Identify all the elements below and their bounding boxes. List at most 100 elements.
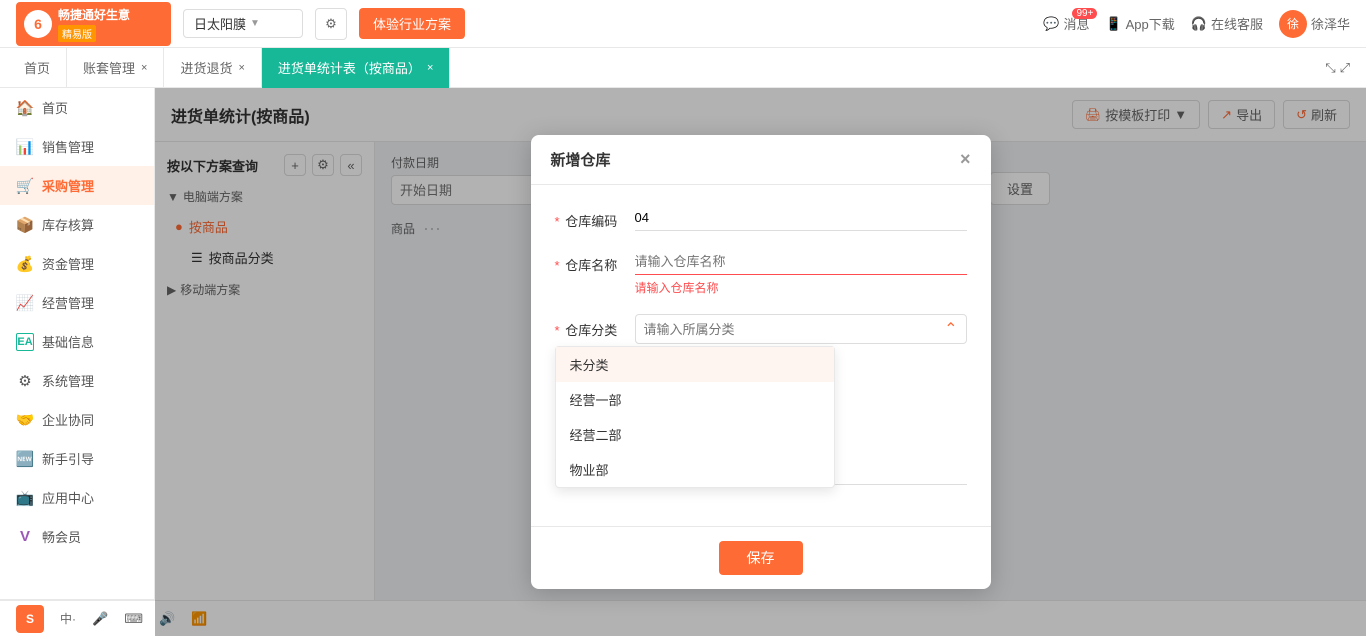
tab-home-label: 首页 xyxy=(24,58,50,77)
logo-text: 畅捷通好生意 精易版 xyxy=(58,6,130,42)
sidebar-item-enterprise[interactable]: 🤝 企业协同 xyxy=(0,400,154,439)
dropdown-item-uncategorized[interactable]: 未分类 xyxy=(556,347,834,382)
tab-purchase-stats[interactable]: 进货单统计表（按商品） × xyxy=(262,48,450,88)
sidebar-item-system[interactable]: ⚙ 系统管理 xyxy=(0,361,154,400)
chevron-down-icon: ▼ xyxy=(250,18,260,29)
name-input[interactable] xyxy=(635,249,967,275)
chevron-up-icon[interactable]: ⌃ xyxy=(944,319,957,339)
tab-collapse-icon[interactable]: ⤡ xyxy=(1325,60,1335,76)
shuang-icon: S xyxy=(16,605,44,633)
sidebar-item-home-label: 首页 xyxy=(42,98,68,117)
purchase-icon: 🛒 xyxy=(16,177,34,195)
form-row-name: * 仓库名称 请输入仓库名称 xyxy=(555,249,967,296)
mic-icon[interactable]: 🎤 xyxy=(92,611,108,627)
modal-header: 新增仓库 × xyxy=(531,135,991,185)
sidebar-item-purchase-label: 采购管理 xyxy=(42,176,94,195)
sidebar-item-sales[interactable]: 📊 销售管理 xyxy=(0,127,154,166)
sidebar-item-finance[interactable]: 💰 资金管理 xyxy=(0,244,154,283)
message-button[interactable]: 💬 消息 99+ xyxy=(1043,14,1089,33)
tab-purchase-return-label: 进货退货 xyxy=(180,58,232,77)
basic-info-icon: EA xyxy=(16,333,34,351)
sidebar-item-member[interactable]: V 畅会员 xyxy=(0,517,154,556)
modal-close-button[interactable]: × xyxy=(960,149,971,170)
tab-accounts[interactable]: 账套管理 × xyxy=(67,48,164,88)
operations-icon: 📈 xyxy=(16,294,34,312)
sidebar-item-basic-info[interactable]: EA 基础信息 xyxy=(0,322,154,361)
save-button[interactable]: 保存 xyxy=(719,541,803,575)
tab-expand-area: ⤡ ⤢ xyxy=(1317,60,1358,76)
message-icon: 💬 xyxy=(1043,16,1059,32)
app-center-icon: 📺 xyxy=(16,489,34,507)
main-layout: 🏠 首页 📊 销售管理 🛒 采购管理 📦 库存核算 💰 资金管理 📈 经营管理 … xyxy=(0,88,1366,636)
sidebar-item-finance-label: 资金管理 xyxy=(42,254,94,273)
name-control: 请输入仓库名称 xyxy=(635,249,967,296)
headset-icon: 🎧 xyxy=(1191,16,1207,32)
sidebar-item-enterprise-label: 企业协同 xyxy=(42,410,94,429)
category-control: ⌃ 未分类 经营一部 经营二部 物业部 xyxy=(635,314,967,344)
tab-purchase-stats-label: 进货单统计表（按商品） xyxy=(278,58,421,77)
sidebar-item-home[interactable]: 🏠 首页 xyxy=(0,88,154,127)
form-row-code: * 仓库编码 xyxy=(555,205,967,231)
tab-purchase-stats-close[interactable]: × xyxy=(427,62,433,74)
sidebar-item-purchase[interactable]: 🛒 采购管理 xyxy=(0,166,154,205)
modal-body: * 仓库编码 * 仓库名称 请输入仓库名称 xyxy=(531,185,991,526)
code-input[interactable] xyxy=(635,205,967,231)
top-header: 6 畅捷通好生意 精易版 日太阳膜 ▼ ⚙ 体验行业方案 💬 消息 99+ 📱 … xyxy=(0,0,1366,48)
avatar: 徐 xyxy=(1279,10,1307,38)
category-label: * 仓库分类 xyxy=(555,314,635,339)
add-warehouse-modal: 新增仓库 × * 仓库编码 * xyxy=(531,135,991,589)
dropdown-item-dept1[interactable]: 经营一部 xyxy=(556,382,834,417)
category-dropdown: 未分类 经营一部 经营二部 物业部 xyxy=(555,346,835,488)
category-input-wrap[interactable]: ⌃ xyxy=(635,314,967,344)
settings-button[interactable]: ⚙ xyxy=(315,8,347,40)
keyboard-icon[interactable]: ⌨ xyxy=(124,611,143,627)
category-input[interactable] xyxy=(644,322,945,337)
user-area[interactable]: 徐 徐泽华 xyxy=(1279,10,1350,38)
sidebar-item-guide-label: 新手引导 xyxy=(42,449,94,468)
member-icon: V xyxy=(16,528,34,546)
name-label: * 仓库名称 xyxy=(555,249,635,274)
inventory-icon: 📦 xyxy=(16,216,34,234)
finance-icon: 💰 xyxy=(16,255,34,273)
sidebar-item-sales-label: 销售管理 xyxy=(42,137,94,156)
tab-accounts-close[interactable]: × xyxy=(141,62,147,74)
tab-fullscreen-icon[interactable]: ⤢ xyxy=(1340,60,1350,76)
form-row-category: * 仓库分类 ⌃ 未分类 经营一部 经营二部 物业部 xyxy=(555,314,967,344)
modal-footer: 保存 xyxy=(531,526,991,589)
enterprise-icon: 🤝 xyxy=(16,411,34,429)
notification-badge: 99+ xyxy=(1072,8,1097,19)
store-name: 日太阳膜 xyxy=(194,14,246,33)
tab-purchase-return-close[interactable]: × xyxy=(238,62,244,74)
tab-home[interactable]: 首页 xyxy=(8,48,67,88)
sidebar-item-operations[interactable]: 📈 经营管理 xyxy=(0,283,154,322)
sidebar-item-basic-info-label: 基础信息 xyxy=(42,332,94,351)
sidebar-item-app-center[interactable]: 📺 应用中心 xyxy=(0,478,154,517)
home-icon: 🏠 xyxy=(16,99,34,117)
tab-bar: 首页 账套管理 × 进货退货 × 进货单统计表（按商品） × ⤡ ⤢ xyxy=(0,48,1366,88)
sidebar-item-operations-label: 经营管理 xyxy=(42,293,94,312)
logo-icon: 6 xyxy=(24,10,52,38)
sidebar-item-inventory[interactable]: 📦 库存核算 xyxy=(0,205,154,244)
store-selector[interactable]: 日太阳膜 ▼ xyxy=(183,9,303,38)
dropdown-item-property[interactable]: 物业部 xyxy=(556,452,834,487)
tab-accounts-label: 账套管理 xyxy=(83,58,135,77)
sales-icon: 📊 xyxy=(16,138,34,156)
sidebar-item-system-label: 系统管理 xyxy=(42,371,94,390)
app-download-button[interactable]: 📱 App下载 xyxy=(1105,14,1174,33)
system-icon: ⚙ xyxy=(16,372,34,390)
guide-icon: 🆕 xyxy=(16,450,34,468)
code-label: * 仓库编码 xyxy=(555,205,635,230)
modal-title: 新增仓库 xyxy=(551,149,611,170)
sidebar-item-guide[interactable]: 🆕 新手引导 xyxy=(0,439,154,478)
content-area: 进货单统计(按商品) 🖨 按模板打印 ▼ ↗ 导出 ↺ 刷新 xyxy=(155,88,1366,636)
header-right: 💬 消息 99+ 📱 App下载 🎧 在线客服 徐 徐泽华 xyxy=(1043,10,1350,38)
logo-area: 6 畅捷通好生意 精易版 xyxy=(16,2,171,46)
app-icon: 📱 xyxy=(1105,16,1121,32)
code-control xyxy=(635,205,967,231)
tab-purchase-return[interactable]: 进货退货 × xyxy=(164,48,261,88)
trial-button[interactable]: 体验行业方案 xyxy=(359,8,465,39)
dropdown-item-dept2[interactable]: 经营二部 xyxy=(556,417,834,452)
online-service-button[interactable]: 🎧 在线客服 xyxy=(1191,14,1263,33)
sidebar: 🏠 首页 📊 销售管理 🛒 采购管理 📦 库存核算 💰 资金管理 📈 经营管理 … xyxy=(0,88,155,636)
lang-toggle[interactable]: 中· xyxy=(60,610,76,627)
